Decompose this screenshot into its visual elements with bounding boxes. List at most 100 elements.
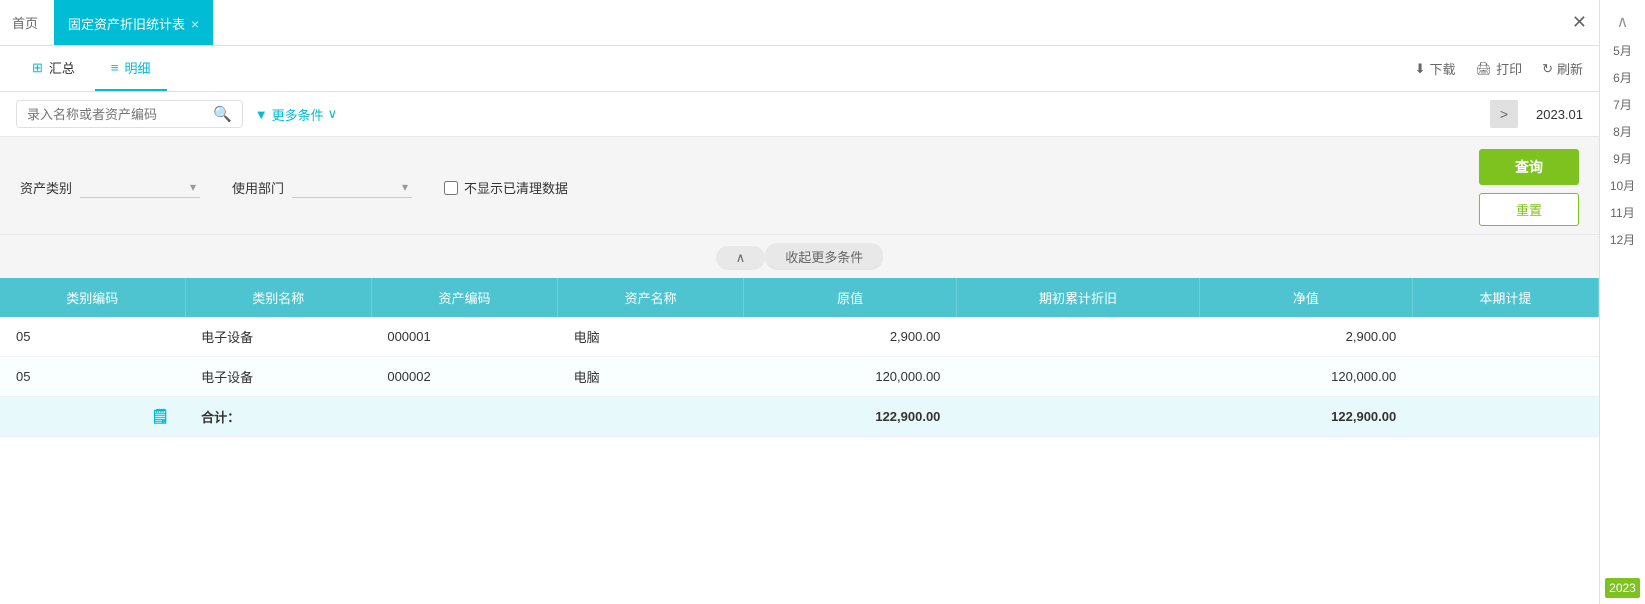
cell-asset-name: 电脑	[558, 357, 744, 397]
col-accum-dep: 期初累计折旧	[956, 278, 1199, 317]
hide-cleared-label: 不显示已清理数据	[464, 178, 568, 197]
col-cat-code: 类别编码	[0, 278, 185, 317]
refresh-button[interactable]: ↻ 刷新	[1542, 59, 1583, 78]
total-icon-symbol: 🗒	[151, 408, 169, 424]
advanced-filter-panel: 资产类别 使用部门 不显示已清理数据	[0, 137, 1599, 235]
cell-original: 2,900.00	[744, 317, 957, 357]
month-11[interactable]: 11月	[1604, 200, 1640, 225]
table-total-row: 🗒 合计： 122,900.00 122,900.00	[0, 397, 1599, 437]
chevron-down-icon: ∨	[328, 106, 338, 122]
tab-detail-label: 明细	[125, 58, 151, 77]
search-input[interactable]	[27, 107, 207, 122]
table-row: 05 电子设备 000002 电脑 120,000.00 120,000.00	[0, 357, 1599, 397]
cell-asset-code: 000001	[371, 317, 557, 357]
collapse-label: 收起更多条件	[765, 243, 883, 270]
total-label: 合计：	[185, 397, 744, 437]
col-cat-name: 类别名称	[185, 278, 371, 317]
total-current-period	[1412, 397, 1598, 437]
data-table: 类别编码 类别名称 资产编码 资产名称 原值 期初累计折旧 净值 本期计提 05…	[0, 278, 1599, 437]
tab-label: 固定资产折旧统计表	[68, 14, 185, 33]
query-button[interactable]: 查询	[1479, 149, 1579, 185]
asset-category-select-wrap	[80, 178, 200, 198]
detail-icon: ≡	[111, 60, 119, 75]
search-icon[interactable]: 🔍	[213, 105, 232, 123]
asset-category-select[interactable]	[80, 178, 200, 198]
hide-cleared-field: 不显示已清理数据	[444, 178, 568, 197]
cell-asset-code: 000002	[371, 357, 557, 397]
home-tab[interactable]: 首页	[12, 13, 54, 32]
tab-summary-label: 汇总	[49, 58, 75, 77]
refresh-icon: ↻	[1542, 61, 1553, 77]
cell-current-period	[1412, 317, 1598, 357]
refresh-label: 刷新	[1557, 59, 1583, 78]
total-icon: 🗒	[0, 397, 185, 437]
hide-cleared-checkbox[interactable]	[444, 181, 458, 195]
arrow-right-icon: >	[1500, 106, 1508, 122]
tab-summary[interactable]: ⊞ 汇总	[16, 46, 91, 91]
download-label: 下载	[1430, 59, 1456, 78]
cell-current-period	[1412, 357, 1598, 397]
right-sidebar: ∧ 5月 6月 7月 8月 9月 10月 11月 12月 2023	[1599, 0, 1645, 604]
col-original: 原值	[744, 278, 957, 317]
month-5[interactable]: 5月	[1607, 38, 1638, 63]
cell-accum-dep	[956, 317, 1199, 357]
top-nav: 首页 固定资产折旧统计表 × ✕	[0, 0, 1599, 46]
cell-cat-name: 电子设备	[185, 317, 371, 357]
cell-asset-name: 电脑	[558, 317, 744, 357]
total-original: 122,900.00	[744, 397, 957, 437]
cell-cat-code: 05	[0, 357, 185, 397]
print-label: 打印	[1496, 59, 1522, 78]
table-header-row: 类别编码 类别名称 资产编码 资产名称 原值 期初累计折旧 净值 本期计提	[0, 278, 1599, 317]
department-select-wrap	[292, 178, 412, 198]
cell-net-value: 2,900.00	[1200, 317, 1413, 357]
active-tab[interactable]: 固定资产折旧统计表 ×	[54, 0, 213, 45]
filter-action-buttons: 查询 重置	[1479, 149, 1579, 226]
col-net-value: 净值	[1200, 278, 1413, 317]
total-accum-dep	[956, 397, 1199, 437]
total-net-value: 122,900.00	[1200, 397, 1413, 437]
date-display: 2023.01	[1536, 107, 1583, 122]
year-badge: 2023	[1605, 578, 1640, 598]
col-asset-code: 资产编码	[371, 278, 557, 317]
collapse-more-button[interactable]: ∧ 收起更多条件	[0, 235, 1599, 278]
department-select[interactable]	[292, 178, 412, 198]
more-filters-button[interactable]: ▼ 更多条件 ∨	[255, 105, 337, 124]
sub-tabs-left: ⊞ 汇总 ≡ 明细	[16, 46, 167, 91]
data-table-wrap: 类别编码 类别名称 资产编码 资产名称 原值 期初累计折旧 净值 本期计提 05…	[0, 278, 1599, 604]
month-9[interactable]: 9月	[1607, 146, 1638, 171]
month-12[interactable]: 12月	[1604, 227, 1641, 252]
layers-icon: ⊞	[32, 60, 43, 76]
print-button[interactable]: 🖨 打印	[1476, 59, 1523, 78]
download-button[interactable]: ⬇ 下载	[1415, 59, 1456, 78]
sub-tabs-actions: ⬇ 下载 🖨 打印 ↻ 刷新	[1415, 59, 1583, 78]
scroll-up-button[interactable]: ∧	[1613, 8, 1633, 36]
cell-cat-name: 电子设备	[185, 357, 371, 397]
cell-cat-code: 05	[0, 317, 185, 357]
sub-tabs-bar: ⊞ 汇总 ≡ 明细 ⬇ 下载 🖨 打印 ↻ 刷新	[0, 46, 1599, 92]
month-7[interactable]: 7月	[1607, 92, 1638, 117]
month-10[interactable]: 10月	[1604, 173, 1641, 198]
reset-button[interactable]: 重置	[1479, 193, 1579, 226]
month-6[interactable]: 6月	[1607, 65, 1638, 90]
collapse-icon: ∧	[716, 246, 766, 270]
asset-category-field: 资产类别	[20, 178, 200, 198]
cell-net-value: 120,000.00	[1200, 357, 1413, 397]
department-label: 使用部门	[232, 178, 284, 197]
download-icon: ⬇	[1415, 61, 1426, 77]
close-window-button[interactable]: ✕	[1572, 12, 1587, 33]
tab-detail[interactable]: ≡ 明细	[95, 46, 167, 91]
col-current-period: 本期计提	[1412, 278, 1598, 317]
month-8[interactable]: 8月	[1607, 119, 1638, 144]
arrow-right-button[interactable]: >	[1490, 100, 1518, 128]
tab-close-icon[interactable]: ×	[191, 16, 199, 32]
col-asset-name: 资产名称	[558, 278, 744, 317]
table-row: 05 电子设备 000001 电脑 2,900.00 2,900.00	[0, 317, 1599, 357]
cell-original: 120,000.00	[744, 357, 957, 397]
filter-icon: ▼	[255, 107, 268, 122]
filter-row: 资产类别 使用部门 不显示已清理数据	[20, 149, 1579, 226]
department-field: 使用部门	[232, 178, 412, 198]
search-wrap: 🔍	[16, 100, 243, 128]
more-filters-label: 更多条件	[272, 105, 324, 124]
asset-category-label: 资产类别	[20, 178, 72, 197]
print-icon: 🖨	[1476, 61, 1493, 77]
